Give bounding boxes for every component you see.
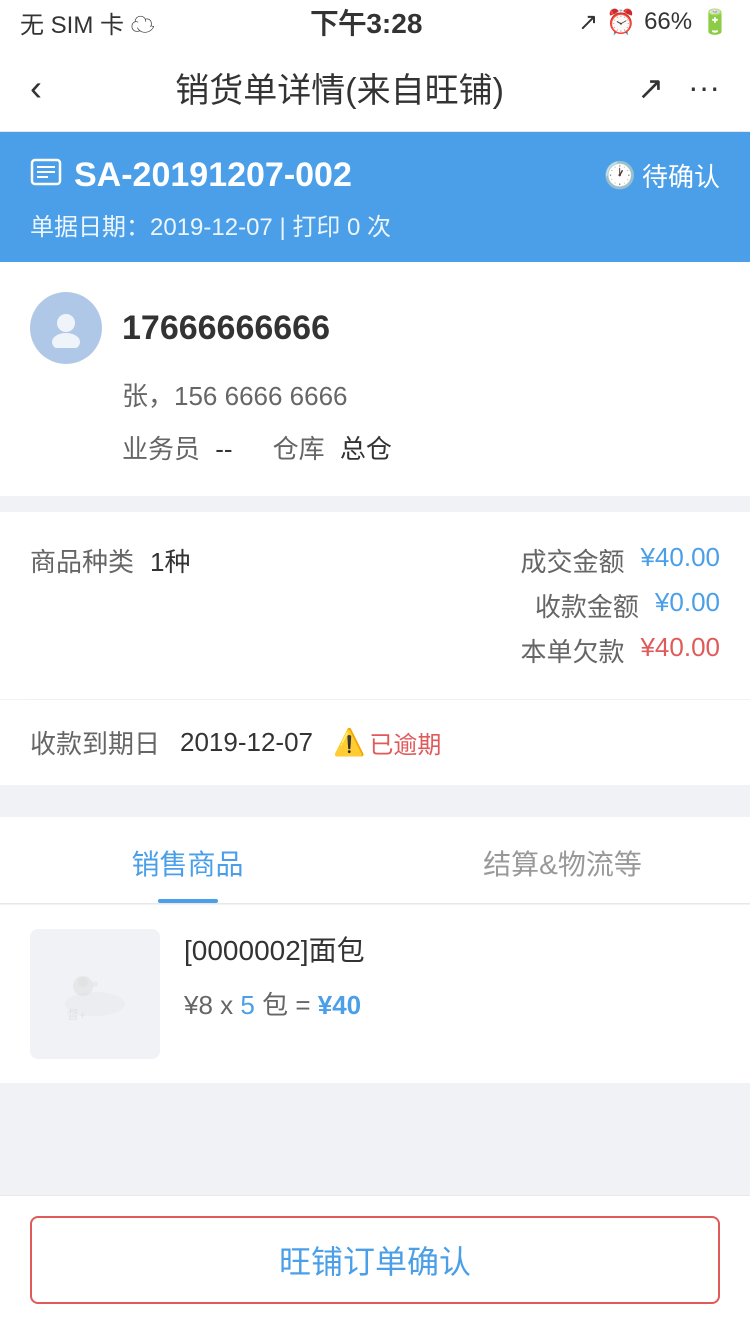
sim-status: 无 SIM 卡 ☁ bbox=[20, 5, 155, 40]
product-price: ¥8 x 5 包 = ¥40 bbox=[184, 985, 720, 1022]
page-title: 销货单详情(来自旺铺) bbox=[175, 63, 504, 112]
status-time: 下午3:28 bbox=[310, 2, 422, 42]
customer-phone: 17666666666 bbox=[122, 309, 330, 348]
product-qty: 5 bbox=[240, 990, 254, 1020]
nav-actions: ↗ ··· bbox=[637, 69, 720, 107]
customer-name: 张，156 6666 6666 bbox=[30, 376, 720, 413]
types-value: 1种 bbox=[150, 542, 190, 579]
received-value: ¥0.00 bbox=[655, 587, 720, 624]
more-icon[interactable]: ··· bbox=[688, 69, 720, 106]
status-bar: 无 SIM 卡 ☁ 下午3:28 ↗ ⏰ 66% 🔋 bbox=[0, 0, 750, 44]
sales-value: -- bbox=[215, 434, 232, 464]
due-label: 收款到期日 bbox=[30, 724, 160, 761]
clock-icon: 🕐 bbox=[604, 160, 636, 191]
tabs-bar: 销售商品 结算&物流等 bbox=[0, 817, 750, 904]
status-right: ↗ ⏰ 66% 🔋 bbox=[578, 8, 730, 37]
order-status: 🕐 待确认 bbox=[604, 157, 720, 194]
order-banner: SA-20191207-002 🕐 待确认 单据日期：2019-12-07 | … bbox=[0, 132, 750, 262]
due-date-value: 2019-12-07 bbox=[180, 727, 313, 758]
tab-sales-products[interactable]: 销售商品 bbox=[0, 817, 375, 903]
bottom-btn-area: 旺铺订单确认 bbox=[0, 1195, 750, 1334]
battery-level: 66% bbox=[644, 8, 692, 36]
avatar bbox=[30, 292, 102, 364]
debt-label: 本单欠款 bbox=[520, 632, 624, 669]
overdue-badge: ⚠️ 已逾期 bbox=[333, 725, 441, 760]
section-divider-2 bbox=[0, 785, 750, 801]
warehouse-label: 仓库 总仓 bbox=[273, 429, 392, 466]
nav-bar: ‹ 销货单详情(来自旺铺) ↗ ··· bbox=[0, 44, 750, 132]
back-button[interactable]: ‹ bbox=[30, 67, 42, 109]
debt-value: ¥40.00 bbox=[640, 632, 720, 669]
status-left: 无 SIM 卡 ☁ bbox=[20, 5, 155, 40]
product-info: [0000002]面包 ¥8 x 5 包 = ¥40 bbox=[184, 929, 720, 1022]
product-name: [0000002]面包 bbox=[184, 929, 720, 969]
types-label: 商品种类 bbox=[30, 542, 134, 579]
tab-settlement[interactable]: 结算&物流等 bbox=[375, 817, 750, 903]
customer-section: 17666666666 张，156 6666 6666 业务员 -- 仓库 总仓 bbox=[0, 262, 750, 496]
customer-meta: 业务员 -- 仓库 总仓 bbox=[30, 429, 720, 466]
amount-label: 成交金额 bbox=[520, 542, 624, 579]
alarm-icon: ⏰ bbox=[606, 8, 636, 37]
received-label: 收款金额 bbox=[535, 587, 639, 624]
product-item: 督+ [0000002]面包 ¥8 x 5 包 = ¥40 bbox=[0, 905, 750, 1083]
share-icon[interactable]: ↗ bbox=[637, 69, 664, 107]
summary-section: 商品种类 1种 成交金额 ¥40.00 收款金额 ¥0.00 本单欠款 ¥40.… bbox=[0, 512, 750, 699]
due-section: 收款到期日 2019-12-07 ⚠️ 已逾期 bbox=[0, 700, 750, 785]
order-date: 单据日期：2019-12-07 | 打印 0 次 bbox=[30, 207, 720, 242]
amount-value: ¥40.00 bbox=[640, 542, 720, 579]
order-icon bbox=[30, 156, 62, 195]
confirm-order-button[interactable]: 旺铺订单确认 bbox=[30, 1216, 720, 1304]
warehouse-value: 总仓 bbox=[340, 434, 392, 464]
location-icon: ↗ bbox=[578, 8, 598, 37]
battery-icon: 🔋 bbox=[700, 8, 730, 37]
order-number: SA-20191207-002 bbox=[30, 156, 352, 195]
section-divider-1 bbox=[0, 496, 750, 512]
product-image: 督+ bbox=[30, 929, 160, 1059]
sales-label: 业务员 -- bbox=[122, 429, 233, 466]
product-total: ¥40 bbox=[318, 990, 361, 1020]
svg-text:督+: 督+ bbox=[67, 1007, 86, 1022]
warning-icon: ⚠️ bbox=[333, 727, 365, 758]
